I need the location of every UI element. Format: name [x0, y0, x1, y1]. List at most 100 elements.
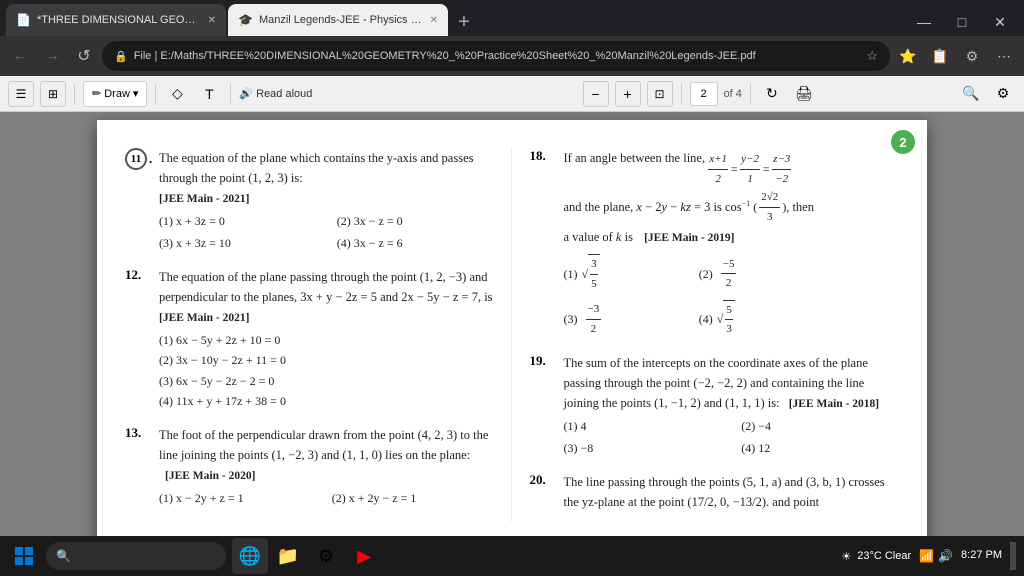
- q11-text: The equation of the plane which contains…: [159, 151, 474, 185]
- q11-opt4: (4) 3x − z = 6: [337, 234, 495, 253]
- q11-number: 11.: [125, 148, 153, 170]
- tab-1-close[interactable]: ✕: [208, 15, 216, 26]
- new-tab-button[interactable]: +: [450, 8, 478, 36]
- search-icon: 🔍: [56, 549, 71, 563]
- q20-and-point: and point: [772, 495, 819, 509]
- fit-page-button[interactable]: ⊡: [647, 81, 673, 107]
- minimize-button[interactable]: —: [906, 8, 942, 36]
- print-button[interactable]: 🖨: [791, 81, 817, 107]
- pencil-icon: ✏: [92, 87, 101, 100]
- refresh-button[interactable]: ↺: [70, 42, 98, 70]
- tab-2[interactable]: 🎓 Manzil Legends-JEE - Physics Wa ✕: [228, 4, 448, 36]
- network-icon: 📶: [919, 549, 934, 563]
- q19-source: [JEE Main - 2018]: [789, 398, 879, 410]
- q18-plane: and the plane, x − 2y − kz = 3 is cos−1: [564, 200, 751, 214]
- lock-icon: 🔒: [114, 50, 128, 63]
- thumbnail-button[interactable]: ⊞: [40, 81, 66, 107]
- show-desktop-button[interactable]: [1010, 542, 1016, 570]
- zoom-out-button[interactable]: −: [583, 81, 609, 107]
- read-aloud-button[interactable]: 🔊 Read aloud: [239, 81, 312, 107]
- q12-opt1: (1) 6x − 5y + 2z + 10 = 0: [159, 331, 495, 350]
- youtube-icon: ▶: [357, 546, 371, 567]
- q12-source: [JEE Main - 2021]: [159, 312, 249, 324]
- question-18: 18. If an angle between the line, x+1 2: [530, 148, 900, 339]
- tab-2-label: Manzil Legends-JEE - Physics Wa: [259, 14, 424, 26]
- q12-text: The equation of the plane passing throug…: [159, 270, 493, 304]
- read-aloud-label: Read aloud: [256, 88, 312, 100]
- q12-number: 12.: [125, 267, 153, 283]
- page-total: of 4: [724, 88, 742, 100]
- start-button[interactable]: [8, 540, 40, 572]
- rotate-button[interactable]: ↻: [759, 81, 785, 107]
- q11-opt1: (1) x + 3z = 0: [159, 212, 317, 231]
- tab-1[interactable]: 📄 *THREE DIMENSIONAL GEOMET ✕: [6, 4, 226, 36]
- q18-intro: If an angle between the line,: [564, 151, 706, 165]
- tab-1-icon: 📄: [16, 13, 31, 27]
- collections-button[interactable]: 📋: [926, 42, 954, 70]
- q19-opt3: (3) −8: [564, 439, 722, 458]
- q13-text: The foot of the perpendicular drawn from…: [159, 428, 488, 462]
- tray-icons[interactable]: 📶 🔊: [919, 549, 953, 563]
- q12-opt4: (4) 11x + y + 17z + 38 = 0: [159, 392, 495, 411]
- folder-icon: 📁: [277, 546, 299, 567]
- q18-source: [JEE Main - 2019]: [644, 232, 734, 244]
- weather-icon: ☀: [841, 550, 851, 563]
- taskbar-app-edge[interactable]: 🌐: [232, 538, 268, 574]
- q13-number: 13.: [125, 425, 153, 441]
- taskbar-app-youtube[interactable]: ▶: [346, 538, 382, 574]
- taskbar-app-explorer[interactable]: 📁: [270, 538, 306, 574]
- page-number-input[interactable]: [690, 82, 718, 106]
- star-icon[interactable]: ☆: [866, 48, 878, 64]
- favorites-button[interactable]: ⭐: [894, 42, 922, 70]
- address-bar[interactable]: 🔒 File | E:/Maths/THREE%20DIMENSIONAL%20…: [102, 41, 890, 71]
- q13-opt2: (2) x + 2y − z = 1: [332, 489, 495, 508]
- q19-opt4: (4) 12: [741, 439, 899, 458]
- q19-opt2: (2) −4: [741, 417, 899, 436]
- close-button[interactable]: ✕: [982, 8, 1018, 36]
- settings-button[interactable]: ⚙: [958, 42, 986, 70]
- question-20: 20. The line passing through the points …: [530, 472, 900, 512]
- q18-opt2: (2) −52: [699, 255, 814, 293]
- taskbar-search[interactable]: 🔍: [46, 542, 226, 570]
- question-12: 12. The equation of the plane passing th…: [125, 267, 495, 411]
- clock[interactable]: 8:27 PM: [961, 548, 1002, 563]
- q18-line-eq: x+1 2 = y−2 1 =: [708, 151, 791, 165]
- more-button[interactable]: ⋯: [990, 42, 1018, 70]
- highlight-button[interactable]: T: [196, 81, 222, 107]
- q18-then: then: [792, 200, 814, 214]
- taskbar-app-settings[interactable]: ⚙: [308, 538, 344, 574]
- page-badge: 2: [891, 130, 915, 154]
- system-tray[interactable]: ☀ 23°C Clear: [841, 550, 911, 563]
- question-11: 11. The equation of the plane which cont…: [125, 148, 495, 253]
- q13-source: [JEE Main - 2020]: [165, 470, 255, 482]
- maximize-button[interactable]: □: [944, 8, 980, 36]
- search-pdf-button[interactable]: 🔍: [958, 81, 984, 107]
- q18-number: 18.: [530, 148, 558, 164]
- back-button[interactable]: ←: [6, 42, 34, 70]
- tab-2-close[interactable]: ✕: [430, 15, 438, 26]
- draw-button[interactable]: ✏ Draw ▾: [83, 81, 147, 107]
- q11-opt3: (3) x + 3z = 10: [159, 234, 317, 253]
- q18-opt3: (3) −32: [564, 300, 679, 338]
- forward-button[interactable]: →: [38, 42, 66, 70]
- question-19: 19. The sum of the intercepts on the coo…: [530, 353, 900, 458]
- time-display: 8:27 PM: [961, 548, 1002, 563]
- address-text: File | E:/Maths/THREE%20DIMENSIONAL%20GE…: [134, 50, 861, 62]
- edge-icon: 🌐: [239, 546, 261, 567]
- q11-source: [JEE Main - 2021]: [159, 193, 249, 205]
- volume-icon: 🔊: [938, 549, 953, 563]
- q19-number: 19.: [530, 353, 558, 369]
- zoom-in-button[interactable]: +: [615, 81, 641, 107]
- q18-avalueof: a value of k is: [564, 230, 633, 244]
- draw-dropdown-icon: ▾: [133, 87, 139, 100]
- tab-1-label: *THREE DIMENSIONAL GEOMET: [37, 14, 202, 26]
- q12-opt2: (2) 3x − 10y − 2z + 11 = 0: [159, 351, 495, 370]
- draw-label: Draw: [104, 88, 130, 100]
- pdf-page: 2 11. The equation of the plane which co…: [97, 120, 927, 568]
- eraser-button[interactable]: ◇: [164, 81, 190, 107]
- more-tools-button[interactable]: ⚙: [990, 81, 1016, 107]
- sidebar-toggle-button[interactable]: ☰: [8, 81, 34, 107]
- q18-opt1: (1) √35: [564, 254, 679, 293]
- q12-opt3: (3) 6x − 5y − 2z − 2 = 0: [159, 372, 495, 391]
- question-13: 13. The foot of the perpendicular drawn …: [125, 425, 495, 509]
